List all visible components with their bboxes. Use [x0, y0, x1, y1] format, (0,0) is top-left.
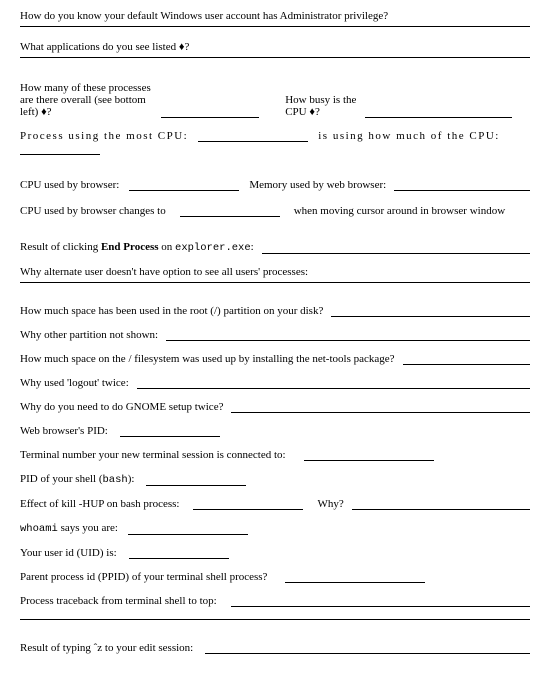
- end-process-mid: on: [159, 241, 176, 253]
- answer-line-admin[interactable]: [20, 26, 530, 27]
- row-gnome-twice: Why do you need to do GNOME setup twice?: [20, 401, 530, 413]
- answer-line-logout-twice[interactable]: [137, 378, 530, 389]
- two-col-processes-cpu: How many of these processes are there ov…: [20, 82, 530, 118]
- row-pid-shell: PID of your shell (bash):: [20, 473, 530, 486]
- end-process-mono: explorer.exe: [175, 242, 251, 254]
- q-admin-privilege: How do you know your default Windows use…: [20, 10, 530, 22]
- answer-line-uid[interactable]: [129, 548, 229, 559]
- answer-line-cpu-browser[interactable]: [129, 180, 239, 191]
- row-other-partition: Why other partition not shown:: [20, 329, 530, 341]
- q-apps-listed: What applications do you see listed ♦?: [20, 41, 530, 53]
- answer-line-terminal-number[interactable]: [304, 450, 434, 461]
- q-other-partition: Why other partition not shown:: [20, 329, 158, 341]
- answer-line-kill-hup[interactable]: [193, 499, 303, 510]
- answer-line-cpu-busy[interactable]: [365, 107, 512, 118]
- q-cpu-browser-changes-post: when moving cursor around in browser win…: [294, 205, 505, 217]
- pid-shell-pre: PID of your shell (: [20, 473, 103, 485]
- row-kill-hup: Effect of kill -HUP on bash process: Why…: [20, 498, 530, 510]
- answer-line-traceback[interactable]: [231, 596, 530, 607]
- q-why: Why?: [317, 498, 343, 510]
- q-nettools: How much space on the / filesystem was u…: [20, 353, 395, 365]
- q-alt-user: Why alternate user doesn't have option t…: [20, 266, 530, 278]
- q-process-most-cpu-pre: Process using the most CPU:: [20, 130, 188, 142]
- answer-line-mem-browser[interactable]: [394, 180, 530, 191]
- answer-line-other-partition[interactable]: [166, 330, 530, 341]
- answer-line-gnome-twice[interactable]: [231, 402, 530, 413]
- row-whoami: whoami says you are:: [20, 522, 530, 535]
- answer-line-most-cpu-pct[interactable]: [20, 154, 100, 155]
- answer-line-alt-user[interactable]: [20, 282, 530, 283]
- answer-line-ctrl-z[interactable]: [205, 643, 530, 654]
- q-process-most-cpu-post: is using how much of the CPU:: [318, 130, 500, 142]
- pid-shell-mono: bash: [103, 474, 128, 486]
- answer-line-end-process[interactable]: [262, 243, 530, 254]
- answer-line-cpu-browser-changes[interactable]: [180, 206, 280, 217]
- answer-line-process-count[interactable]: [161, 107, 259, 118]
- q-traceback: Process traceback from terminal shell to…: [20, 595, 217, 607]
- answer-line-ppid[interactable]: [285, 572, 425, 583]
- q-ppid: Parent process id (PPID) of your termina…: [20, 571, 267, 583]
- row-nettools: How much space on the / filesystem was u…: [20, 353, 530, 365]
- row-logout-twice: Why used 'logout' twice:: [20, 377, 530, 389]
- q-mem-browser: Memory used by web browser:: [249, 179, 386, 191]
- q-uid: Your user id (UID) is:: [20, 547, 117, 559]
- q-cpu-browser-changes-pre: CPU used by browser changes to: [20, 205, 166, 217]
- row-root-space: How much space has been used in the root…: [20, 305, 530, 317]
- q-gnome-twice: Why do you need to do GNOME setup twice?: [20, 401, 223, 413]
- row-browser-pid: Web browser's PID:: [20, 425, 530, 437]
- answer-line-apps[interactable]: [20, 57, 530, 58]
- answer-line-kill-hup-why[interactable]: [352, 499, 530, 510]
- row-terminal-number: Terminal number your new terminal sessio…: [20, 449, 530, 461]
- end-process-pre: Result of clicking: [20, 241, 101, 253]
- row-uid: Your user id (UID) is:: [20, 547, 530, 559]
- end-process-bold: End Process: [101, 241, 159, 253]
- q-logout-twice: Why used 'logout' twice:: [20, 377, 129, 389]
- pid-shell-post: ):: [128, 473, 135, 485]
- q-root-space: How much space has been used in the root…: [20, 305, 323, 317]
- answer-line-pid-shell[interactable]: [146, 475, 246, 486]
- row-ctrl-z: Result of typing ˆz to your edit session…: [20, 642, 530, 654]
- row-ppid: Parent process id (PPID) of your termina…: [20, 571, 530, 583]
- q-ctrl-z: Result of typing ˆz to your edit session…: [20, 642, 193, 654]
- row-end-process: Result of clicking End Process on explor…: [20, 241, 530, 254]
- answer-line-whoami[interactable]: [128, 524, 248, 535]
- row-cpu-mem-browser: CPU used by browser: Memory used by web …: [20, 179, 530, 191]
- end-process-post: :: [251, 241, 254, 253]
- answer-line-nettools[interactable]: [403, 354, 530, 365]
- q-terminal-number: Terminal number your new terminal sessio…: [20, 449, 286, 461]
- q-cpu-browser: CPU used by browser:: [20, 179, 119, 191]
- q-end-process: Result of clicking End Process on explor…: [20, 241, 254, 254]
- whoami-mono: whoami: [20, 523, 58, 535]
- whoami-post: says you are:: [58, 522, 118, 534]
- answer-line-root-space[interactable]: [331, 306, 530, 317]
- answer-line-most-cpu-name[interactable]: [198, 131, 308, 142]
- q-how-busy-cpu: How busy is the CPU ♦?: [285, 94, 358, 118]
- answer-line-traceback-2[interactable]: [20, 619, 530, 620]
- q-browser-pid: Web browser's PID:: [20, 425, 108, 437]
- q-pid-shell: PID of your shell (bash):: [20, 473, 134, 486]
- q-kill-hup: Effect of kill -HUP on bash process:: [20, 498, 179, 510]
- q-whoami: whoami says you are:: [20, 522, 118, 535]
- row-traceback: Process traceback from terminal shell to…: [20, 595, 530, 607]
- row-cpu-browser-changes: CPU used by browser changes to when movi…: [20, 205, 530, 217]
- q-how-many-processes: How many of these processes are there ov…: [20, 82, 155, 118]
- answer-line-browser-pid[interactable]: [120, 426, 220, 437]
- row-process-most-cpu: Process using the most CPU: is using how…: [20, 130, 530, 142]
